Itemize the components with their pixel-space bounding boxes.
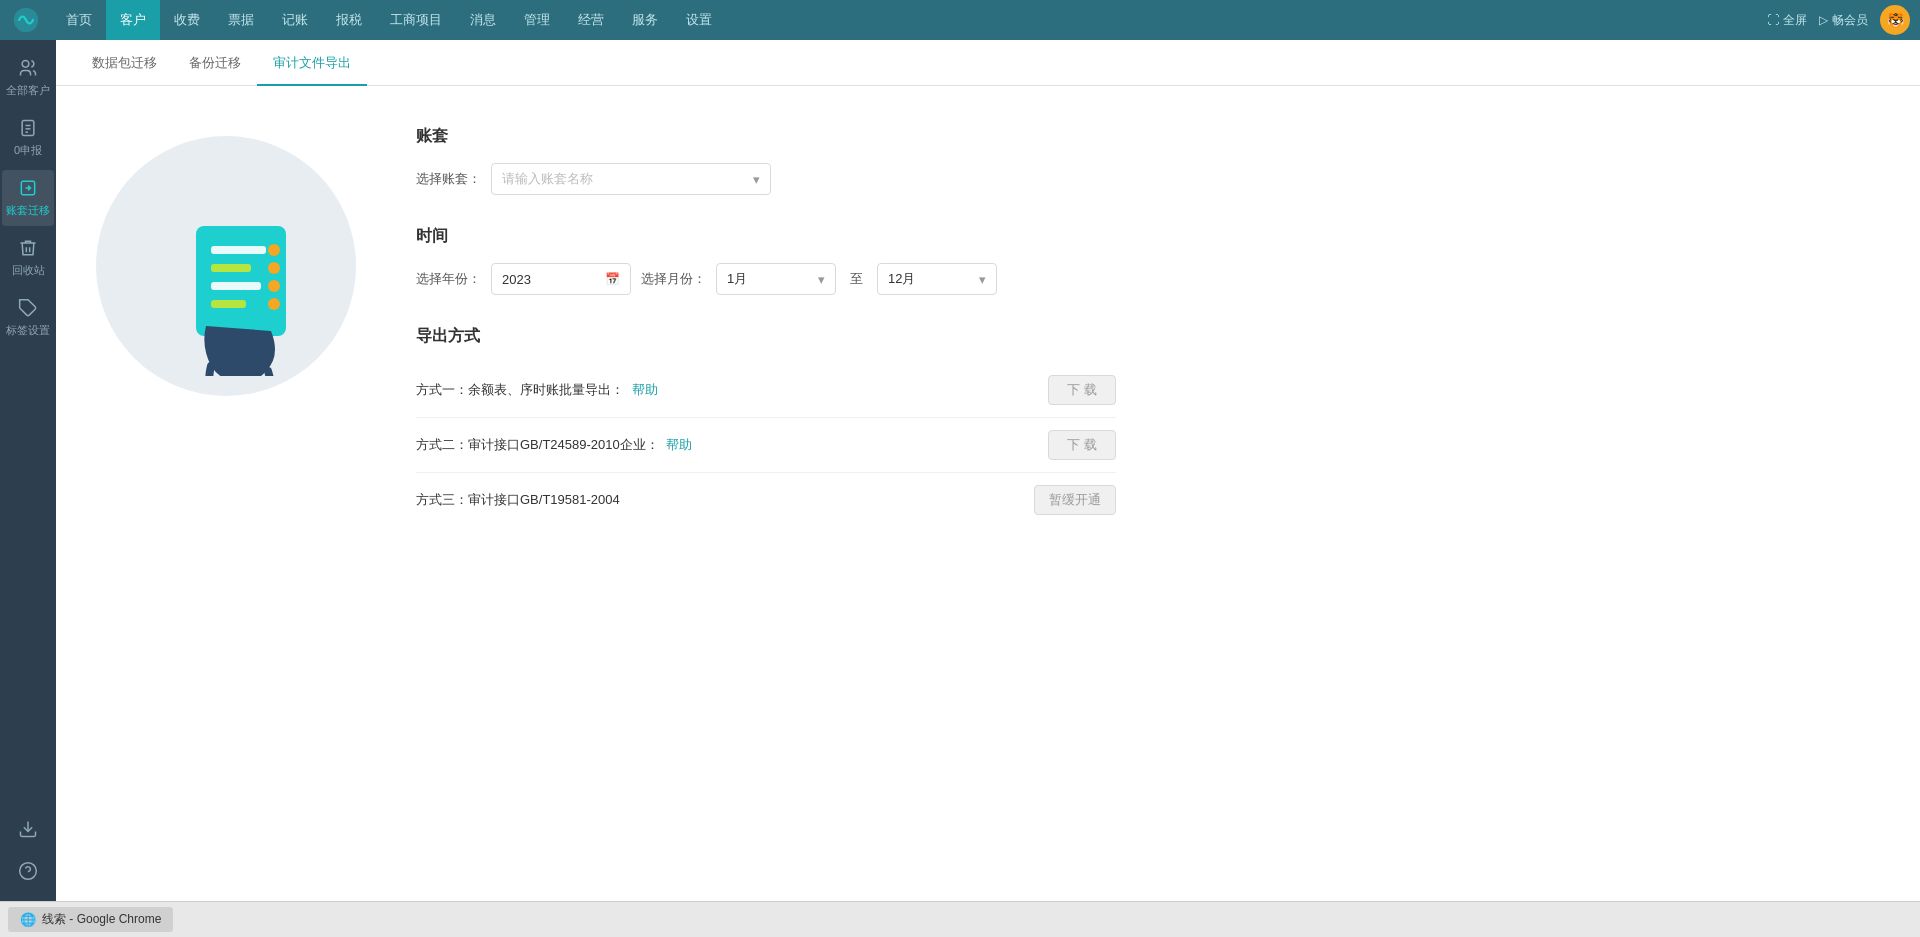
nav-fee[interactable]: 收费 <box>160 0 214 40</box>
method-1-label: 方式一：余额表、序时账批量导出： 帮助 <box>416 381 658 399</box>
year-value: 2023 <box>502 272 531 287</box>
year-label: 选择年份： <box>416 270 481 288</box>
export-method-1: 方式一：余额表、序时账批量导出： 帮助 下 载 <box>416 363 1116 418</box>
main-layout: 全部客户 0申报 账套迁移 <box>0 40 1920 901</box>
account-select-row: 选择账套： 请输入账套名称 ▾ <box>416 163 1116 195</box>
month-end-select[interactable]: 12月 ▾ <box>877 263 997 295</box>
method-3-open-button[interactable]: 暂缓开通 <box>1034 485 1116 515</box>
top-nav-right: ⛶ 全屏 ▷ 畅会员 🐯 <box>1767 5 1910 35</box>
illustration-svg <box>126 156 326 376</box>
svg-rect-15 <box>211 300 246 308</box>
sidebar-download[interactable] <box>2 811 54 849</box>
form-area: 账套 选择账套： 请输入账套名称 ▾ 时间 选择年份： 2023 📅 <box>416 116 1116 871</box>
month-end-value: 12月 <box>888 270 915 288</box>
help-icon <box>18 861 38 883</box>
illustration-area <box>96 116 356 871</box>
tab-backup-migrate[interactable]: 备份迁移 <box>173 42 257 86</box>
nav-settings[interactable]: 设置 <box>672 0 726 40</box>
divider-1 <box>416 209 1116 210</box>
nav-invoice[interactable]: 票据 <box>214 0 268 40</box>
taskbar: 🌐 线索 - Google Chrome <box>0 901 1920 937</box>
calendar-icon: 📅 <box>605 272 620 286</box>
account-select-chevron: ▾ <box>753 172 760 187</box>
svg-point-17 <box>268 262 280 274</box>
sidebar-item-tag-settings[interactable]: 标签设置 <box>2 290 54 346</box>
divider-2 <box>416 309 1116 310</box>
svg-point-19 <box>268 298 280 310</box>
account-select[interactable]: 请输入账套名称 ▾ <box>491 163 771 195</box>
month-end-chevron: ▾ <box>979 272 986 287</box>
nav-service[interactable]: 服务 <box>618 0 672 40</box>
trash-icon <box>18 238 38 260</box>
sidebar-help[interactable] <box>2 853 54 891</box>
method-1-help-link[interactable]: 帮助 <box>632 382 658 397</box>
svg-rect-2 <box>22 121 34 136</box>
account-select-label: 选择账套： <box>416 170 481 188</box>
svg-point-1 <box>22 61 29 68</box>
export-method-3: 方式三：审计接口GB/T19581-2004 暂缓开通 <box>416 473 1116 527</box>
download-icon <box>18 819 38 841</box>
sidebar-bottom <box>0 811 56 901</box>
time-section-title: 时间 <box>416 226 1116 247</box>
method-2-download-button[interactable]: 下 载 <box>1048 430 1116 460</box>
nav-items: 首页 客户 收费 票据 记账 报税 工商项目 消息 管理 经营 服务 设置 <box>52 0 1767 40</box>
nav-business[interactable]: 工商项目 <box>376 0 456 40</box>
tab-data-migrate[interactable]: 数据包迁移 <box>76 42 173 86</box>
to-label: 至 <box>846 270 867 288</box>
sidebar-item-trash[interactable]: 回收站 <box>2 230 54 286</box>
app-logo <box>10 4 42 36</box>
nav-home[interactable]: 首页 <box>52 0 106 40</box>
sidebar-item-zero-declare[interactable]: 0申报 <box>2 110 54 166</box>
zero-declare-icon <box>18 118 38 140</box>
sidebar-item-all-customers[interactable]: 全部客户 <box>2 50 54 106</box>
chrome-icon: 🌐 <box>20 912 36 927</box>
nav-tax[interactable]: 报税 <box>322 0 376 40</box>
method-1-download-button[interactable]: 下 载 <box>1048 375 1116 405</box>
nav-business-ops[interactable]: 经营 <box>564 0 618 40</box>
month-start-select[interactable]: 1月 ▾ <box>716 263 836 295</box>
account-select-placeholder: 请输入账套名称 <box>502 170 593 188</box>
method-2-label: 方式二：审计接口GB/T24589-2010企业： 帮助 <box>416 436 692 454</box>
users-icon <box>18 58 38 80</box>
month-start-value: 1月 <box>727 270 747 288</box>
month-label: 选择月份： <box>641 270 706 288</box>
year-input[interactable]: 2023 📅 <box>491 263 631 295</box>
migrate-icon <box>18 178 38 200</box>
content-area: 数据包迁移 备份迁移 审计文件导出 <box>56 40 1920 901</box>
top-navigation: 首页 客户 收费 票据 记账 报税 工商项目 消息 管理 经营 服务 设置 ⛶ … <box>0 0 1920 40</box>
method-2-help-link[interactable]: 帮助 <box>666 437 692 452</box>
nav-manage[interactable]: 管理 <box>510 0 564 40</box>
svg-point-18 <box>268 280 280 292</box>
svg-rect-13 <box>211 264 251 272</box>
account-section-title: 账套 <box>416 126 1116 147</box>
vip-icon: ▷ <box>1819 13 1828 27</box>
illustration-circle <box>96 136 356 396</box>
svg-point-9 <box>20 863 37 880</box>
taskbar-chrome-item[interactable]: 🌐 线索 - Google Chrome <box>8 907 173 932</box>
nav-message[interactable]: 消息 <box>456 0 510 40</box>
avatar[interactable]: 🐯 <box>1880 5 1910 35</box>
time-select-row: 选择年份： 2023 📅 选择月份： 1月 ▾ 至 12月 ▾ <box>416 263 1116 295</box>
nav-customer[interactable]: 客户 <box>106 0 160 40</box>
month-start-chevron: ▾ <box>818 272 825 287</box>
fullscreen-icon: ⛶ <box>1767 13 1779 27</box>
svg-point-16 <box>268 244 280 256</box>
fullscreen-button[interactable]: ⛶ 全屏 <box>1767 12 1807 29</box>
method-3-label: 方式三：审计接口GB/T19581-2004 <box>416 491 620 509</box>
svg-rect-14 <box>211 282 261 290</box>
sidebar: 全部客户 0申报 账套迁移 <box>0 40 56 901</box>
vip-button[interactable]: ▷ 畅会员 <box>1819 12 1868 29</box>
tag-icon <box>18 298 38 320</box>
page-content: 账套 选择账套： 请输入账套名称 ▾ 时间 选择年份： 2023 📅 <box>56 86 1920 901</box>
nav-accounting[interactable]: 记账 <box>268 0 322 40</box>
svg-rect-12 <box>211 246 266 254</box>
taskbar-chrome-label: 线索 - Google Chrome <box>42 911 161 928</box>
sidebar-item-migrate[interactable]: 账套迁移 <box>2 170 54 226</box>
tab-audit-export[interactable]: 审计文件导出 <box>257 42 367 86</box>
export-section-title: 导出方式 <box>416 326 1116 347</box>
export-method-2: 方式二：审计接口GB/T24589-2010企业： 帮助 下 载 <box>416 418 1116 473</box>
tabs-bar: 数据包迁移 备份迁移 审计文件导出 <box>56 40 1920 86</box>
